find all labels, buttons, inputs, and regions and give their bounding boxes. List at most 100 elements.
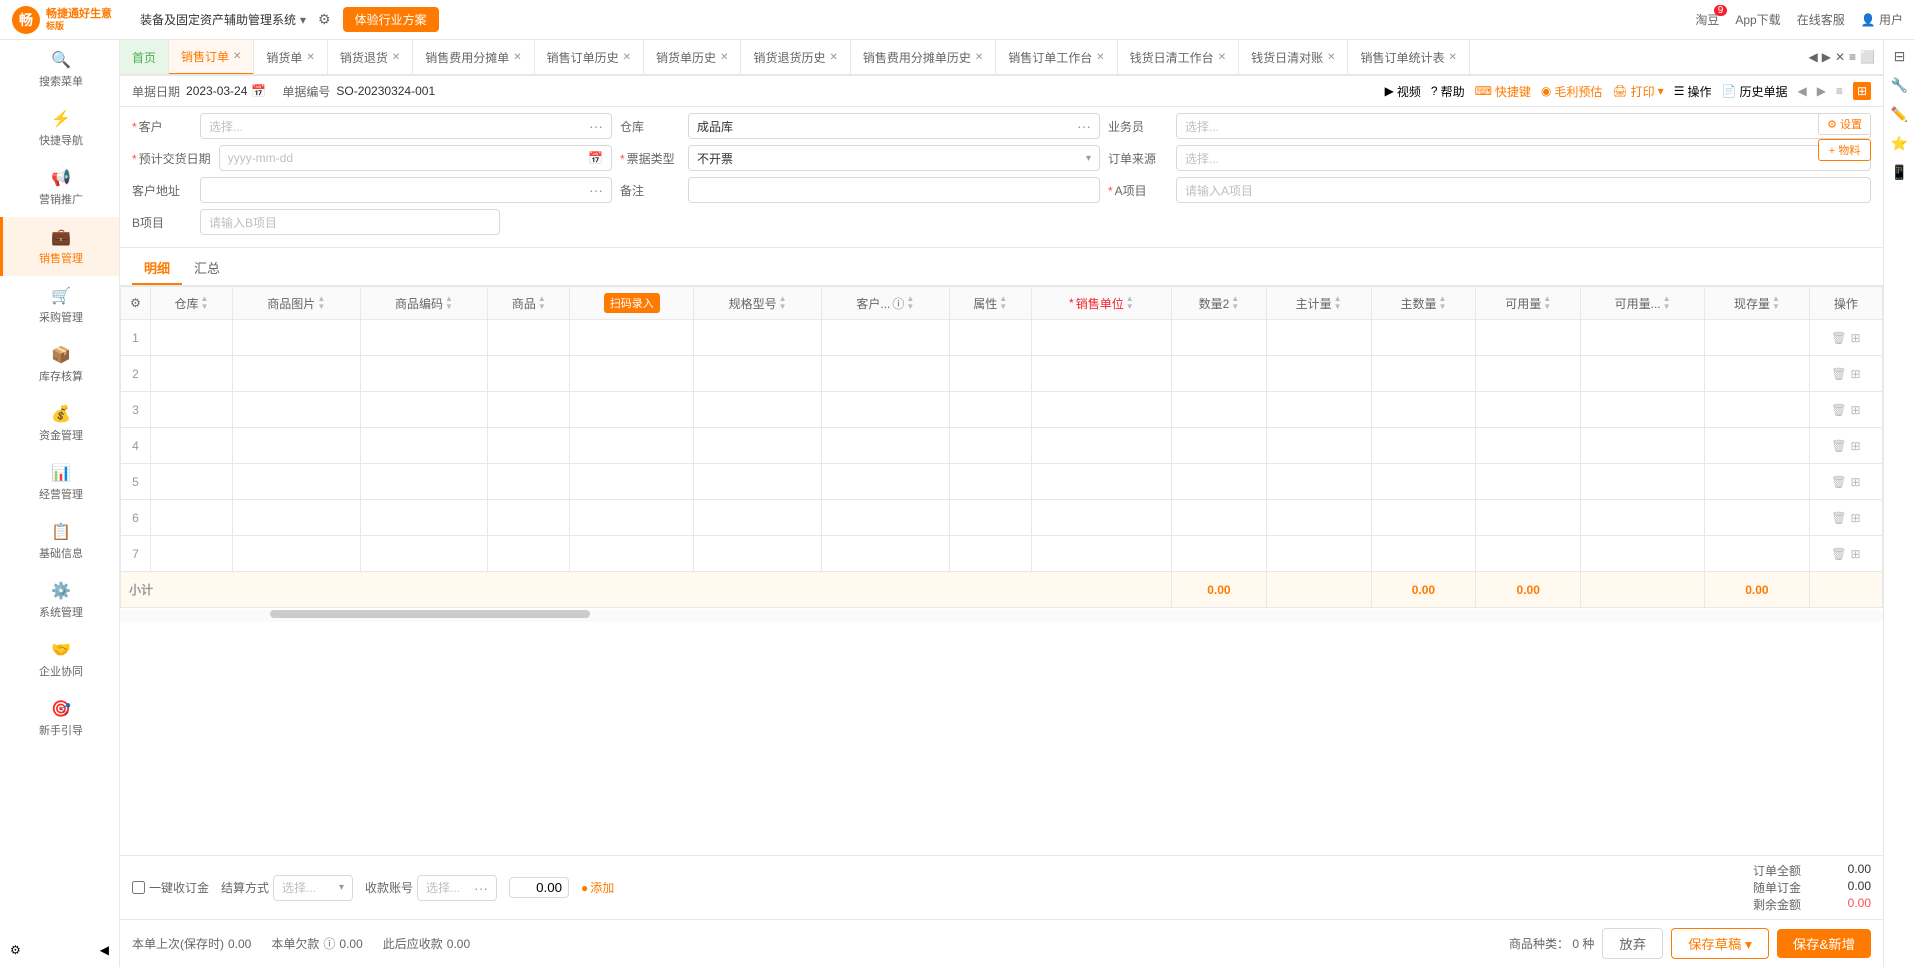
industry-btn[interactable]: 体验行业方案 bbox=[343, 7, 439, 32]
tab-sales-return-close[interactable]: ✕ bbox=[392, 52, 400, 63]
sidebar-item-business[interactable]: 📊 经营管理 bbox=[0, 453, 119, 512]
tab-cash-daily-close[interactable]: ✕ bbox=[1218, 52, 1226, 63]
sidebar-item-inventory[interactable]: 📦 库存核算 bbox=[0, 335, 119, 394]
calendar-icon[interactable]: 📅 bbox=[251, 84, 266, 98]
row-copy-icon[interactable]: ⊞ bbox=[1851, 475, 1861, 489]
th-attr[interactable]: 属性▲▼ bbox=[949, 287, 1031, 320]
tab-sales-order-history[interactable]: 销售订单历史 ✕ bbox=[535, 40, 644, 75]
tab-sales-order-history-close[interactable]: ✕ bbox=[623, 52, 631, 63]
invoice-dropdown-arrow[interactable]: ▾ bbox=[1086, 153, 1091, 164]
tab-sales-workbench[interactable]: 销售订单工作台 ✕ bbox=[996, 40, 1117, 75]
chat-notification[interactable]: 淘豆 9 bbox=[1695, 11, 1719, 28]
sidebar-collapse-icon[interactable]: ◀ bbox=[100, 943, 109, 957]
sidebar-item-system[interactable]: ⚙️ 系统管理 bbox=[0, 571, 119, 630]
tab-cash-reconcile-close[interactable]: ✕ bbox=[1327, 52, 1335, 63]
tab-detail[interactable]: 明细 bbox=[132, 252, 182, 285]
view-btn[interactable]: ▶ 视频 bbox=[1385, 83, 1421, 100]
tab-sales-stats-close[interactable]: ✕ bbox=[1449, 52, 1457, 63]
tab-sales-order-close[interactable]: ✕ bbox=[233, 51, 241, 62]
settings-icon[interactable]: ⚙ bbox=[314, 7, 335, 32]
order-no-value[interactable]: SO-20230324-001 bbox=[336, 84, 435, 98]
th-main-unit[interactable]: 主计量▲▼ bbox=[1266, 287, 1371, 320]
customer-more-btn[interactable]: ··· bbox=[589, 118, 603, 134]
sidebar-item-guide[interactable]: 🎯 新手引导 bbox=[0, 689, 119, 748]
one-click-input[interactable] bbox=[132, 881, 145, 894]
payment-method-select[interactable]: 选择... ▾ bbox=[273, 875, 353, 901]
tab-sales-return-history[interactable]: 销货退货历史 ✕ bbox=[741, 40, 850, 75]
system-dropdown-arrow[interactable]: ▾ bbox=[300, 13, 306, 27]
th-scan[interactable]: 扫码录入 bbox=[570, 287, 694, 320]
tab-summary[interactable]: 汇总 bbox=[182, 252, 232, 285]
profit-btn[interactable]: ◉ 毛利预估 bbox=[1541, 83, 1603, 100]
sidebar-item-search[interactable]: 🔍 搜索菜单 bbox=[0, 40, 119, 99]
row-copy-icon[interactable]: ⊞ bbox=[1851, 331, 1861, 345]
tab-close-all[interactable]: ✕ bbox=[1835, 50, 1845, 64]
warehouse-input[interactable]: 成品库 ··· bbox=[688, 113, 1100, 139]
order-source-input[interactable]: 选择... ▾ bbox=[1176, 145, 1871, 171]
row-copy-icon[interactable]: ⊞ bbox=[1851, 367, 1861, 381]
th-available[interactable]: 可用量▲▼ bbox=[1476, 287, 1581, 320]
settings-btn[interactable]: ⚙ 设置 bbox=[1818, 113, 1871, 135]
th-product[interactable]: 商品▲▼ bbox=[488, 287, 570, 320]
card-view[interactable]: ⊞ bbox=[1853, 82, 1871, 100]
tab-prev-arrow[interactable]: ◀ bbox=[1809, 50, 1818, 64]
save-draft-btn[interactable]: 保存草稿 ▾ bbox=[1671, 928, 1769, 959]
tab-sales-slip-close[interactable]: ✕ bbox=[306, 52, 314, 63]
scroll-thumb[interactable] bbox=[270, 610, 590, 618]
tab-cash-daily[interactable]: 钱货日清工作台 ✕ bbox=[1118, 40, 1239, 75]
sidebar-item-sales[interactable]: 💼 销售管理 bbox=[0, 217, 119, 276]
payment-account-more[interactable]: ··· bbox=[474, 880, 488, 896]
history-btn[interactable]: 📄 历史单据 bbox=[1721, 83, 1787, 100]
help-btn[interactable]: ? 帮助 bbox=[1431, 83, 1465, 100]
th-gear[interactable]: ⚙ bbox=[121, 287, 151, 320]
row-delete-icon[interactable]: 🗑 bbox=[1831, 475, 1846, 489]
tab-next-arrow[interactable]: ▶ bbox=[1822, 50, 1831, 64]
th-img[interactable]: 商品图片▲▼ bbox=[232, 287, 360, 320]
th-main-qty[interactable]: 主数量▲▼ bbox=[1371, 287, 1476, 320]
discard-btn[interactable]: 放弃 bbox=[1602, 928, 1663, 959]
th-code[interactable]: 商品编码▲▼ bbox=[360, 287, 488, 320]
a-project-input[interactable]: 请输入A项目 bbox=[1176, 177, 1871, 203]
nav-next[interactable]: ▶ bbox=[1817, 84, 1826, 98]
warehouse-more-btn[interactable]: ··· bbox=[1077, 118, 1091, 134]
tab-sales-return-history-close[interactable]: ✕ bbox=[829, 52, 837, 63]
tab-home[interactable]: 首页 bbox=[120, 40, 169, 75]
payment-method-arrow[interactable]: ▾ bbox=[339, 882, 344, 893]
add-product-btn[interactable]: + 物料 bbox=[1818, 139, 1871, 161]
tab-sales-slip[interactable]: 销货单 ✕ bbox=[254, 40, 327, 75]
rp-icon-5[interactable]: 📱 bbox=[1891, 164, 1908, 181]
tab-sales-expense[interactable]: 销售费用分摊单 ✕ bbox=[413, 40, 534, 75]
th-warehouse[interactable]: 仓库▲▼ bbox=[151, 287, 233, 320]
tab-sales-expense-close[interactable]: ✕ bbox=[513, 52, 521, 63]
calendar2-icon[interactable]: 📅 bbox=[588, 151, 603, 165]
tab-sales-slip-history[interactable]: 销货单历史 ✕ bbox=[644, 40, 741, 75]
payment-amount-input[interactable] bbox=[509, 877, 569, 898]
info-icon[interactable]: ⓘ bbox=[323, 935, 335, 952]
row-delete-icon[interactable]: 🗑 bbox=[1831, 367, 1846, 381]
row-delete-icon[interactable]: 🗑 bbox=[1831, 439, 1846, 453]
sidebar-item-cooperation[interactable]: 🤝 企业协同 bbox=[0, 630, 119, 689]
nav-prev[interactable]: ◀ bbox=[1797, 84, 1806, 98]
th-stock[interactable]: 现存量▲▼ bbox=[1705, 287, 1810, 320]
rp-icon-3[interactable]: ✏️ bbox=[1891, 106, 1908, 123]
save-draft-dropdown-arrow[interactable]: ▾ bbox=[1745, 937, 1752, 952]
tab-sales-workbench-close[interactable]: ✕ bbox=[1096, 52, 1104, 63]
row-copy-icon[interactable]: ⊞ bbox=[1851, 403, 1861, 417]
b-project-input[interactable]: 请输入B项目 bbox=[200, 209, 500, 235]
staff-input[interactable]: 选择... ··· bbox=[1176, 113, 1871, 139]
tab-cash-reconcile[interactable]: 钱货日清对账 ✕ bbox=[1239, 40, 1348, 75]
payment-account-select[interactable]: 选择... ··· bbox=[417, 875, 497, 901]
rp-icon-4[interactable]: ⭐ bbox=[1891, 135, 1908, 152]
user-avatar[interactable]: 👤 用户 bbox=[1861, 11, 1903, 28]
rp-icon-2[interactable]: 🔧 bbox=[1891, 77, 1908, 94]
th-customer-code[interactable]: 客户...ⓘ▲▼ bbox=[821, 287, 949, 320]
online-service-link[interactable]: 在线客服 bbox=[1797, 11, 1845, 28]
sidebar-item-quick-nav[interactable]: ⚡ 快捷导航 bbox=[0, 99, 119, 158]
horizontal-scrollbar[interactable] bbox=[120, 610, 1883, 622]
app-download-link[interactable]: App下载 bbox=[1735, 11, 1780, 28]
print-btn[interactable]: 🖨 打印 ▾ bbox=[1612, 83, 1663, 100]
gear-header-icon[interactable]: ⚙ bbox=[130, 296, 141, 310]
print-dropdown-arrow[interactable]: ▾ bbox=[1658, 84, 1664, 98]
save-new-btn[interactable]: 保存&新增 bbox=[1777, 929, 1871, 958]
row-copy-icon[interactable]: ⊞ bbox=[1851, 439, 1861, 453]
